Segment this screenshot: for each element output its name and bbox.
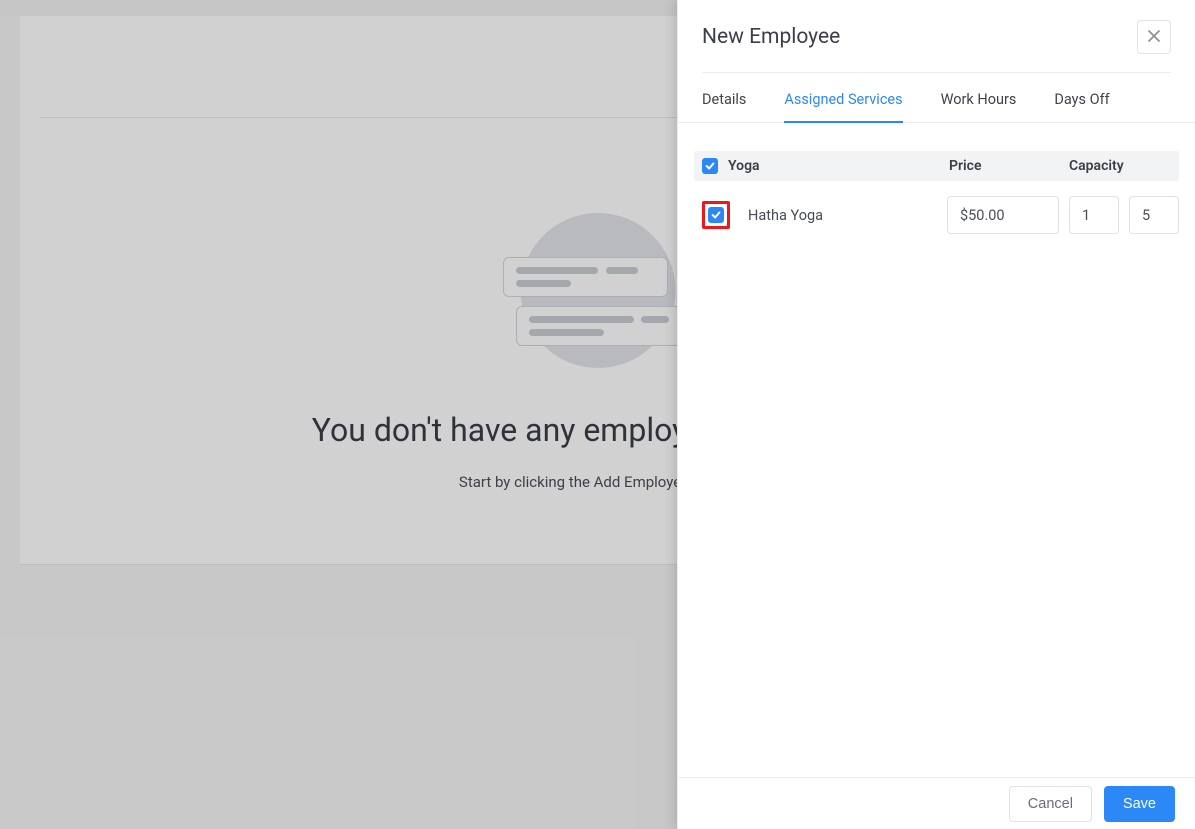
drawer-title: New Employee: [702, 25, 840, 49]
header-capacity: Capacity: [1069, 158, 1179, 174]
service-name: Hatha Yoga: [748, 207, 947, 224]
select-all-checkbox[interactable]: [702, 158, 718, 174]
capacity-max-input[interactable]: [1129, 196, 1179, 234]
services-table-header: Yoga Price Capacity: [694, 151, 1179, 181]
price-input[interactable]: [947, 196, 1059, 234]
new-employee-drawer: New Employee Details Assigned Services W…: [677, 0, 1195, 829]
drawer-tabs: Details Assigned Services Work Hours Day…: [678, 73, 1195, 123]
save-button[interactable]: Save: [1104, 786, 1175, 822]
tab-work-hours[interactable]: Work Hours: [941, 91, 1017, 122]
drawer-header: New Employee: [678, 0, 1195, 72]
header-price: Price: [949, 158, 1069, 174]
close-icon: [1148, 29, 1160, 45]
tab-days-off[interactable]: Days Off: [1054, 91, 1109, 122]
header-service: Yoga: [728, 158, 949, 174]
service-row: Hatha Yoga: [678, 181, 1195, 249]
row-checkbox-highlight: [702, 201, 730, 229]
drawer-footer: Cancel Save: [678, 777, 1195, 829]
assigned-services-area: Yoga Price Capacity Hatha Yoga: [678, 123, 1195, 249]
close-button[interactable]: [1137, 20, 1171, 54]
service-checkbox[interactable]: [708, 207, 724, 223]
capacity-min-input[interactable]: [1069, 196, 1119, 234]
tab-assigned-services[interactable]: Assigned Services: [784, 91, 902, 122]
tab-details[interactable]: Details: [702, 91, 746, 122]
cancel-button[interactable]: Cancel: [1009, 786, 1092, 822]
